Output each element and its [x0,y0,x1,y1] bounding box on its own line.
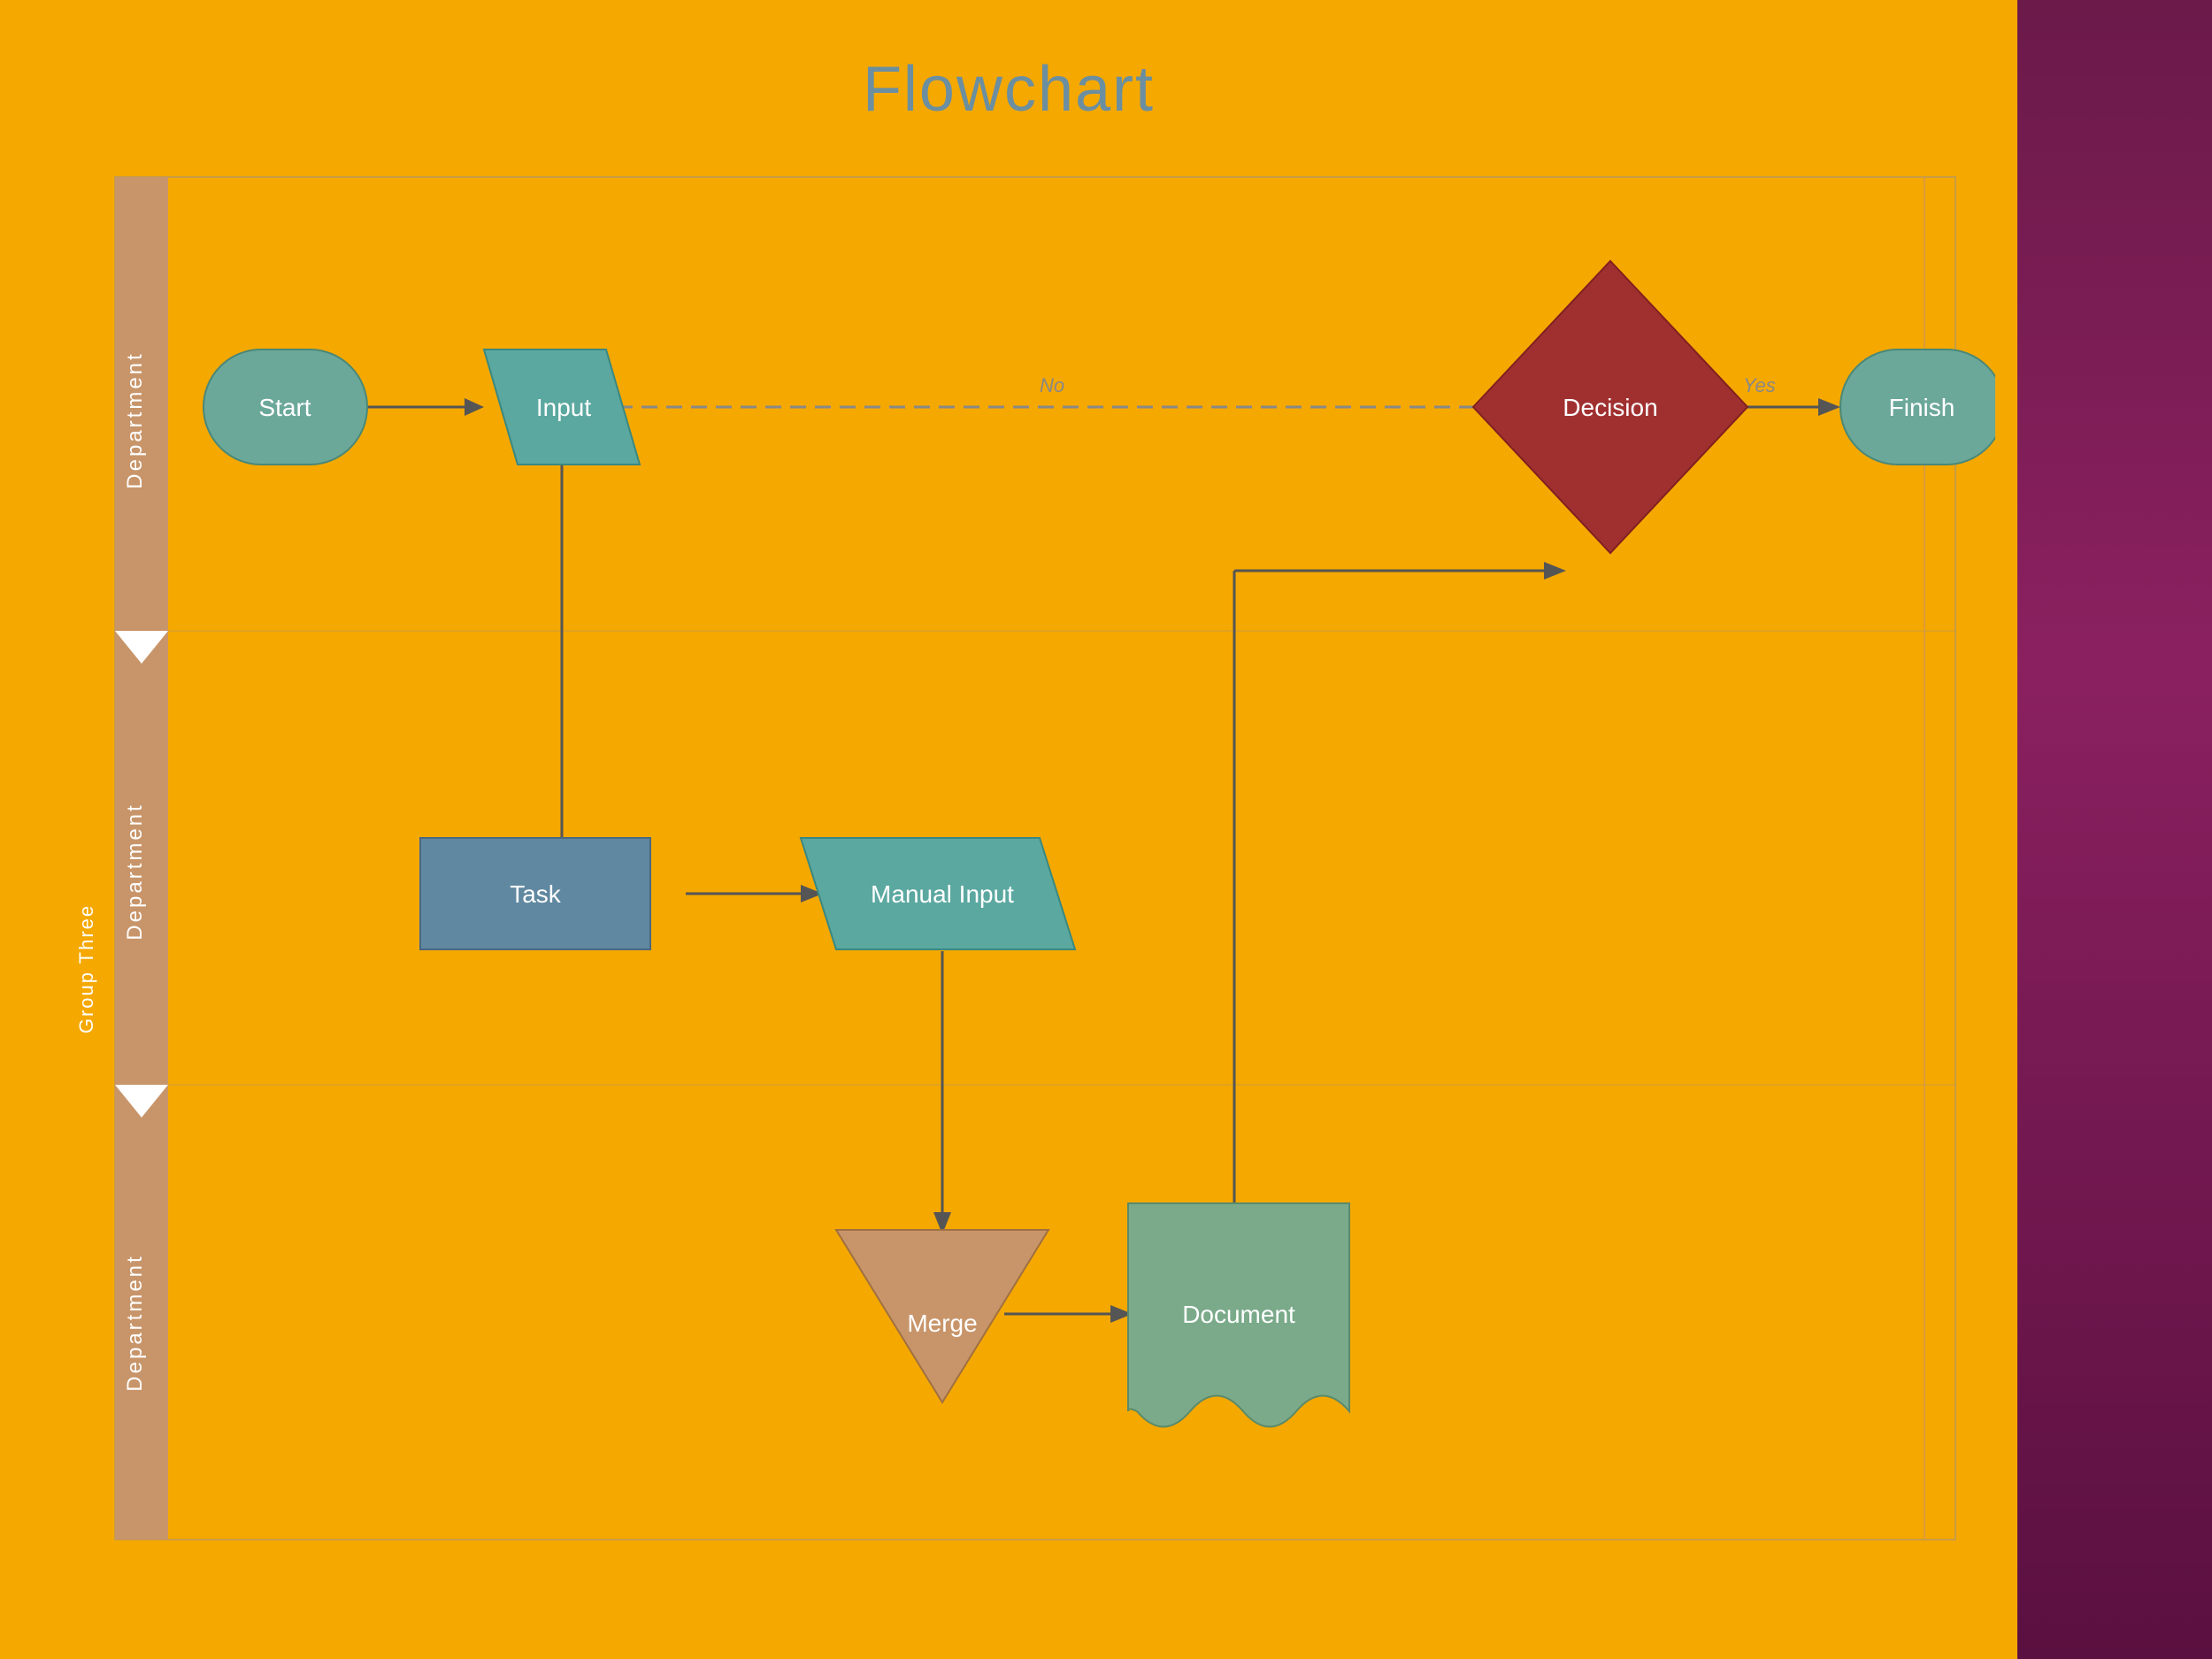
no-label: No [1040,374,1064,396]
flowchart-svg: Department Department Department Group T… [66,173,1995,1544]
manual-input-label: Manual Input [871,880,1014,908]
lane-3-label: Department [123,1254,147,1391]
group-three-label: Group Three [75,904,97,1033]
input-label: Input [536,394,591,421]
document-label: Document [1182,1301,1295,1328]
task-label: Task [510,880,562,908]
merge-label: Merge [907,1310,977,1337]
finish-label: Finish [1889,394,1955,421]
lane-1-label: Department [123,351,147,488]
yes-label: Yes [1743,374,1776,396]
lane-2-label: Department [123,803,147,940]
start-label: Start [258,394,311,421]
page-title: Flowchart [0,53,2017,126]
decision-label: Decision [1563,394,1657,421]
right-panel [2017,0,2212,1659]
